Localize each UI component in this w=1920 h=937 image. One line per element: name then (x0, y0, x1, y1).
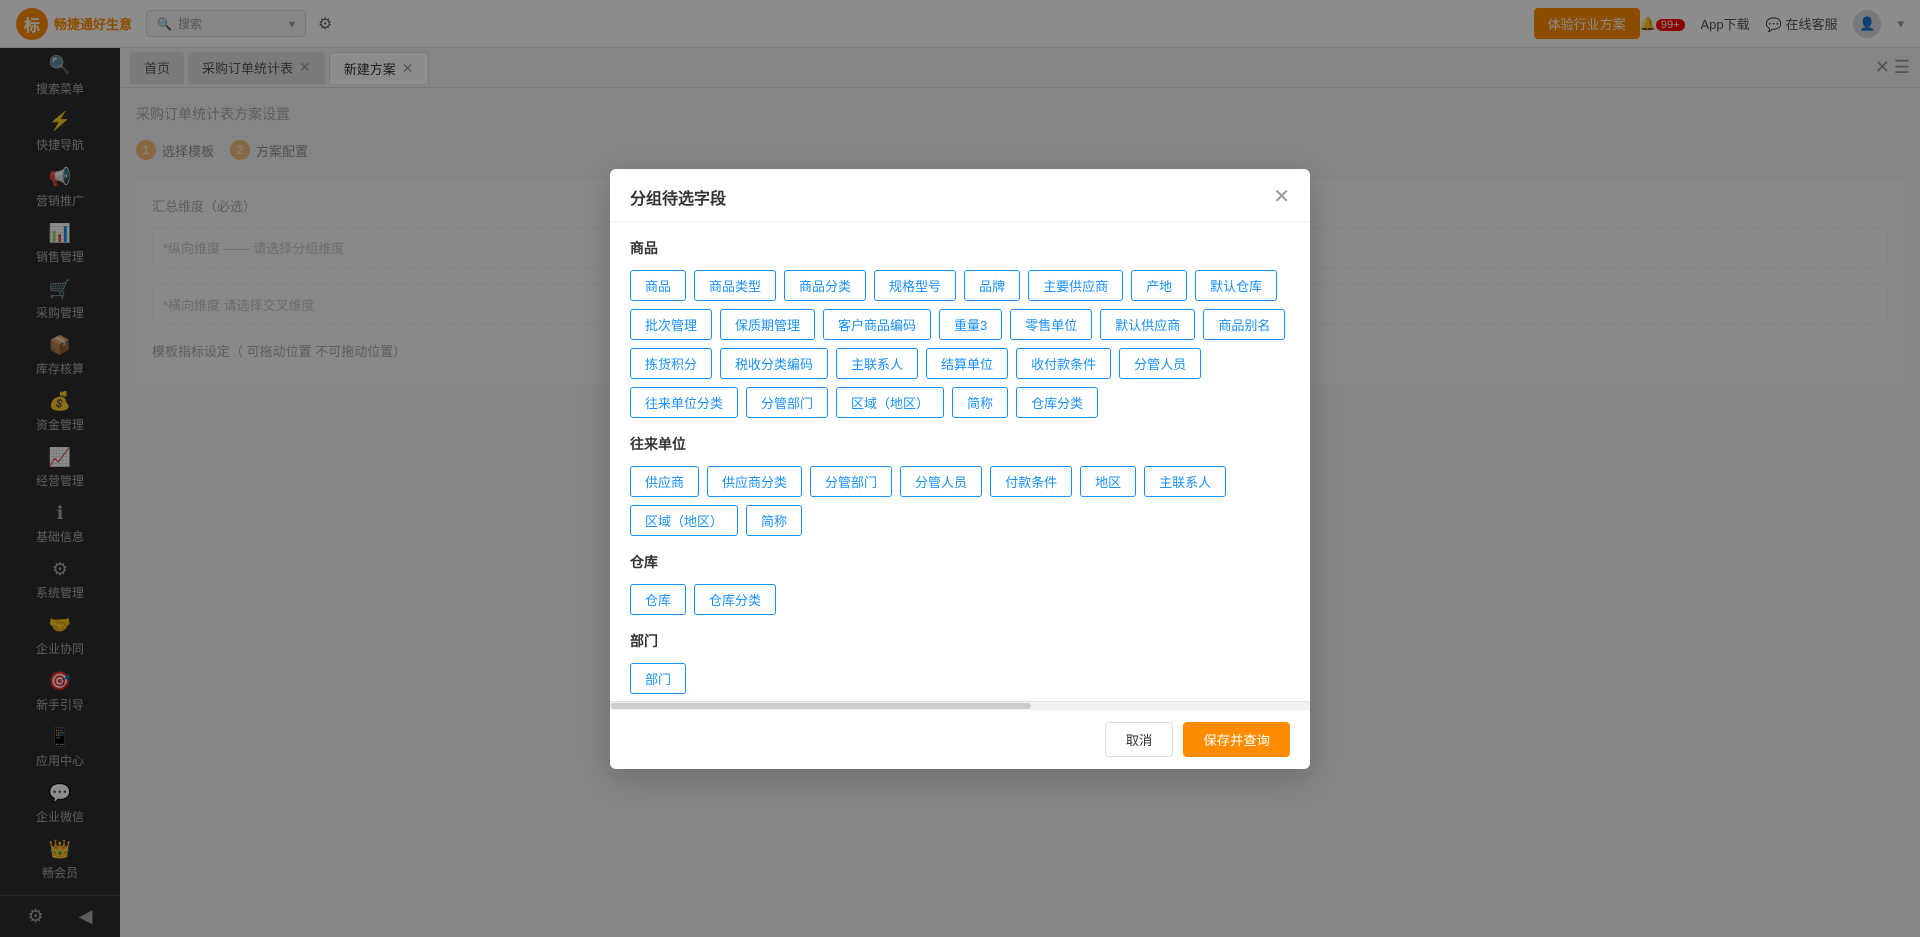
field-tag-goods-10[interactable]: 客户商品编码 (823, 309, 931, 340)
modal-horizontal-scrollbar[interactable] (610, 701, 1310, 709)
field-tag-goods-6[interactable]: 产地 (1131, 270, 1187, 301)
field-tag-goods-8[interactable]: 批次管理 (630, 309, 712, 340)
modal-dialog: 分组待选字段 ✕ 商品商品商品类型商品分类规格型号品牌主要供应商产地默认仓库批次… (610, 169, 1310, 769)
field-tag-goods-4[interactable]: 品牌 (964, 270, 1020, 301)
field-tag-goods-24[interactable]: 简称 (952, 387, 1008, 418)
field-tag-warehouse-1[interactable]: 仓库分类 (694, 584, 776, 615)
field-tag-partner-3[interactable]: 分管人员 (900, 466, 982, 497)
field-tag-goods-5[interactable]: 主要供应商 (1028, 270, 1123, 301)
field-tag-goods-13[interactable]: 默认供应商 (1100, 309, 1195, 340)
field-tag-goods-15[interactable]: 拣货积分 (630, 348, 712, 379)
fields-grid-warehouse: 仓库仓库分类 (630, 584, 1290, 615)
field-tag-goods-18[interactable]: 结算单位 (926, 348, 1008, 379)
field-tag-partner-2[interactable]: 分管部门 (810, 466, 892, 497)
section-title-goods: 商品 (630, 238, 1290, 258)
field-tag-goods-12[interactable]: 零售单位 (1010, 309, 1092, 340)
field-tag-goods-23[interactable]: 区域（地区） (836, 387, 944, 418)
field-tag-goods-25[interactable]: 仓库分类 (1016, 387, 1098, 418)
field-tag-warehouse-0[interactable]: 仓库 (630, 584, 686, 615)
confirm-button[interactable]: 保存并查询 (1183, 722, 1290, 757)
field-tag-partner-7[interactable]: 区域（地区） (630, 505, 738, 536)
cancel-button[interactable]: 取消 (1105, 722, 1174, 757)
field-tag-goods-11[interactable]: 重量3 (939, 309, 1002, 340)
fields-grid-goods: 商品商品类型商品分类规格型号品牌主要供应商产地默认仓库批次管理保质期管理客户商品… (630, 270, 1290, 418)
field-tag-goods-1[interactable]: 商品类型 (694, 270, 776, 301)
modal-close-button[interactable]: ✕ (1273, 187, 1290, 207)
fields-grid-department: 部门 (630, 663, 1290, 694)
modal-footer: 取消 保存并查询 (610, 709, 1310, 769)
modal-body: 商品商品商品类型商品分类规格型号品牌主要供应商产地默认仓库批次管理保质期管理客户… (610, 222, 1310, 701)
section-title-partner: 往来单位 (630, 434, 1290, 454)
field-tag-goods-22[interactable]: 分管部门 (746, 387, 828, 418)
field-tag-department-0[interactable]: 部门 (630, 663, 686, 694)
modal-hscroll-thumb[interactable] (611, 703, 1031, 709)
field-tag-goods-21[interactable]: 往来单位分类 (630, 387, 738, 418)
fields-grid-partner: 供应商供应商分类分管部门分管人员付款条件地区主联系人区域（地区） 简称 (630, 466, 1290, 536)
field-tag-partner-8[interactable]: 简称 (746, 505, 802, 536)
modal-overlay[interactable]: 分组待选字段 ✕ 商品商品商品类型商品分类规格型号品牌主要供应商产地默认仓库批次… (0, 0, 1920, 937)
field-tag-partner-4[interactable]: 付款条件 (990, 466, 1072, 497)
field-tag-partner-6[interactable]: 主联系人 (1144, 466, 1226, 497)
field-tag-partner-1[interactable]: 供应商分类 (707, 466, 802, 497)
section-title-department: 部门 (630, 631, 1290, 651)
field-tag-partner-5[interactable]: 地区 (1080, 466, 1136, 497)
field-tag-goods-9[interactable]: 保质期管理 (720, 309, 815, 340)
field-tag-goods-20[interactable]: 分管人员 (1119, 348, 1201, 379)
field-tag-goods-19[interactable]: 收付款条件 (1016, 348, 1111, 379)
field-tag-goods-2[interactable]: 商品分类 (784, 270, 866, 301)
field-tag-goods-17[interactable]: 主联系人 (836, 348, 918, 379)
field-tag-partner-0[interactable]: 供应商 (630, 466, 699, 497)
modal-title: 分组待选字段 (630, 185, 726, 209)
modal-header: 分组待选字段 ✕ (610, 169, 1310, 222)
field-tag-goods-16[interactable]: 税收分类编码 (720, 348, 828, 379)
field-tag-goods-14[interactable]: 商品别名 (1203, 309, 1285, 340)
field-tag-goods-3[interactable]: 规格型号 (874, 270, 956, 301)
field-tag-goods-7[interactable]: 默认仓库 (1195, 270, 1277, 301)
section-title-warehouse: 仓库 (630, 552, 1290, 572)
field-tag-goods-0[interactable]: 商品 (630, 270, 686, 301)
